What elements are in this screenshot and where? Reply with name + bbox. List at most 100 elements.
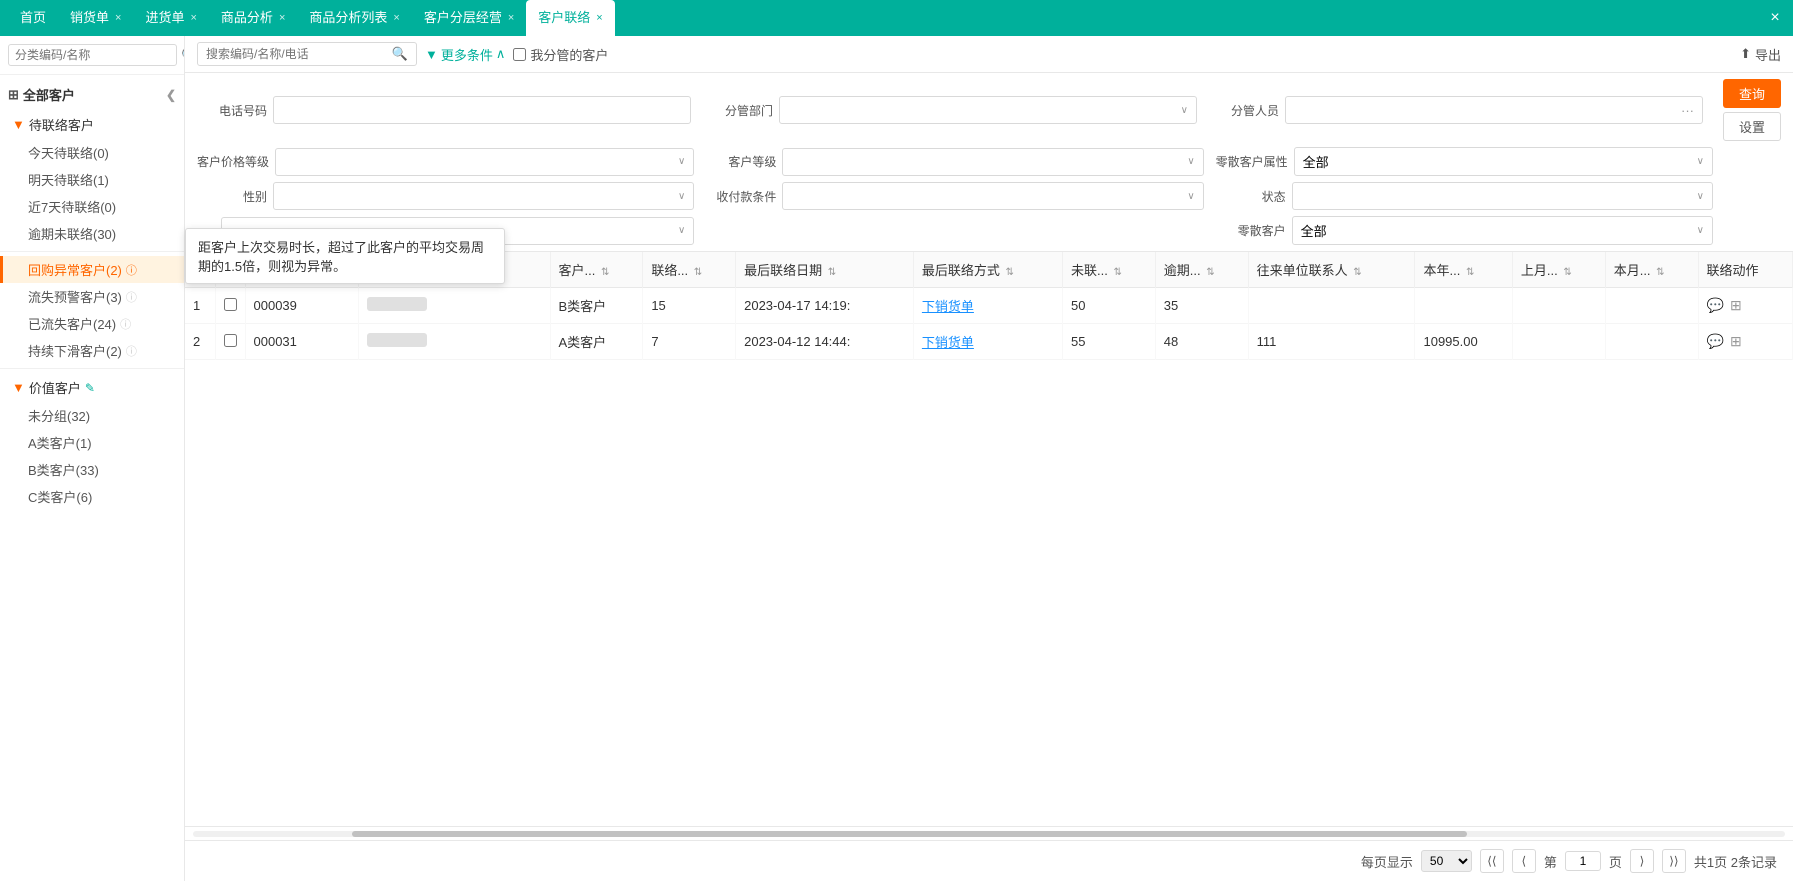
- sidebar-item-7days[interactable]: 近7天待联络(0): [0, 193, 184, 220]
- prev-page-btn[interactable]: ⟨: [1512, 849, 1536, 873]
- nav-sales[interactable]: 销货单 ×: [58, 0, 133, 36]
- last-page-btn[interactable]: ⟩⟩: [1662, 849, 1686, 873]
- export-label: 导出: [1755, 45, 1781, 64]
- filter-row-3: 性别 ∨ 收付款条件 ∨ 状态 ∨: [197, 182, 1781, 210]
- sort-last-date-icon[interactable]: ⇅: [828, 267, 836, 278]
- search-icon[interactable]: 🔍: [392, 46, 408, 62]
- first-page-btn[interactable]: ⟨⟨: [1480, 849, 1504, 873]
- sort-lmonth-icon[interactable]: ⇅: [1563, 267, 1571, 278]
- per-page-select[interactable]: 50 100 200: [1421, 850, 1472, 872]
- grid-action-icon-2[interactable]: ⊞: [1730, 333, 1742, 350]
- filter-actions: 查询 设置: [1723, 79, 1781, 141]
- row-1-checkbox[interactable]: [224, 298, 237, 311]
- sidebar-item-overdue[interactable]: 逾期未联络(30): [0, 220, 184, 247]
- sidebar-item-abnormal[interactable]: 回购异常客户(2) ⓘ: [0, 256, 184, 283]
- nav-sales-close[interactable]: ×: [115, 0, 121, 36]
- nav-product-list[interactable]: 商品分析列表 ×: [297, 0, 411, 36]
- search-input[interactable]: [206, 47, 392, 61]
- sidebar-item-b-class[interactable]: B类客户(33): [0, 456, 184, 483]
- nav-purchase[interactable]: 进货单 ×: [133, 0, 208, 36]
- divider-2: [0, 368, 184, 369]
- page-label-suffix: 页: [1609, 852, 1622, 871]
- sort-cp-icon[interactable]: ⇅: [1353, 267, 1361, 278]
- payment-arrow-icon: ∨: [1187, 191, 1194, 202]
- edit-icon-value[interactable]: ✎: [85, 381, 95, 395]
- th-current-year: 本年... ⇅: [1415, 252, 1512, 288]
- sidebar-group-value[interactable]: ▼ 价值客户 ✎: [0, 373, 184, 402]
- grid-action-icon-1[interactable]: ⊞: [1730, 297, 1742, 314]
- nav-product-analysis[interactable]: 商品分析 ×: [209, 0, 297, 36]
- sort-method-icon[interactable]: ⇅: [1006, 267, 1014, 278]
- sidebar-item-a-class[interactable]: A类客户(1): [0, 429, 184, 456]
- chevron-up-icon: ∧: [496, 46, 506, 62]
- chat-icon-2[interactable]: 💬: [1707, 333, 1724, 350]
- more-conditions-btn[interactable]: ▼ 更多条件 ∧: [425, 45, 505, 64]
- chat-icon-1[interactable]: 💬: [1707, 297, 1724, 314]
- my-customer-check[interactable]: 我分管的客户: [513, 45, 608, 64]
- retail-attr-value: 全部: [1303, 152, 1329, 171]
- filter-gender-input[interactable]: ∨: [273, 182, 694, 210]
- main-layout: 🔍 ⊞ 全部客户 ❮ ▼ 待联络客户 今天待联络(0) 明天待联络(1) 近7天…: [0, 36, 1793, 881]
- filter-phone: 电话号码: [197, 96, 691, 124]
- td-index-2: 2: [185, 324, 215, 360]
- sidebar-item-churned[interactable]: 已流失客户(24) ⓘ: [0, 310, 184, 337]
- window-close-button[interactable]: ×: [1765, 8, 1785, 28]
- sidebar-item-b-class-label: B类客户(33): [28, 460, 99, 479]
- settings-button[interactable]: 设置: [1723, 112, 1781, 141]
- filter-customer-level-input[interactable]: ∨: [782, 148, 1203, 176]
- sidebar-item-churned-label: 已流失客户(24): [28, 314, 116, 333]
- filter-payment-input[interactable]: ∨: [782, 182, 1203, 210]
- sort-cmonth-icon[interactable]: ⇅: [1656, 267, 1664, 278]
- my-customer-checkbox[interactable]: [513, 48, 526, 61]
- next-page-btn[interactable]: ⟩: [1630, 849, 1654, 873]
- th-action-label: 联络动作: [1707, 263, 1759, 278]
- nav-customer-contact[interactable]: 客户联络 ×: [526, 0, 614, 36]
- nav-product-list-close[interactable]: ×: [393, 0, 399, 36]
- query-button[interactable]: 查询: [1723, 79, 1781, 108]
- pagination-bar: 每页显示 50 100 200 ⟨⟨ ⟨ 第 页 ⟩ ⟩⟩ 共1页 2条记录: [185, 840, 1793, 881]
- nav-home[interactable]: 首页: [8, 0, 58, 36]
- scrollbar-thumb[interactable]: [352, 831, 1466, 837]
- filter-price-level-input[interactable]: ∨: [275, 148, 694, 176]
- sort-year-icon[interactable]: ⇅: [1466, 267, 1474, 278]
- row-2-checkbox[interactable]: [224, 334, 237, 347]
- filter-retail-customer-input[interactable]: 全部 ∨: [1292, 216, 1713, 245]
- nav-product-analysis-close[interactable]: ×: [279, 0, 285, 36]
- nav-customer-tier[interactable]: 客户分层经营 ×: [412, 0, 526, 36]
- sidebar-item-declining[interactable]: 持续下滑客户(2) ⓘ: [0, 337, 184, 364]
- total-records-label: 共1页 2条记录: [1694, 852, 1777, 871]
- horizontal-scrollbar[interactable]: [185, 826, 1793, 840]
- nav-customer-tier-close[interactable]: ×: [508, 0, 514, 36]
- sidebar-group-pending[interactable]: ▼ 待联络客户: [0, 110, 184, 139]
- filter-status-input[interactable]: ∨: [1292, 182, 1713, 210]
- sidebar-search-input[interactable]: [8, 44, 177, 66]
- sort-contact-icon[interactable]: ⇅: [694, 267, 702, 278]
- sidebar-item-7days-label: 近7天待联络(0): [28, 197, 116, 216]
- sort-ctype-icon[interactable]: ⇅: [601, 267, 609, 278]
- filter-department: 分管部门 ∨: [703, 96, 1197, 124]
- nav-customer-contact-close[interactable]: ×: [596, 0, 602, 36]
- th-lmonth-label: 上月...: [1521, 263, 1558, 278]
- filter-department-input[interactable]: ∨: [779, 96, 1197, 124]
- sidebar-item-c-class[interactable]: C类客户(6): [0, 483, 184, 510]
- last-method-link-1[interactable]: 下销货单: [922, 299, 974, 314]
- sidebar-item-today[interactable]: 今天待联络(0): [0, 139, 184, 166]
- sidebar-collapse-icon[interactable]: ❮: [166, 88, 176, 102]
- current-page-input[interactable]: [1565, 851, 1601, 871]
- sidebar-all-customers[interactable]: ⊞ 全部客户 ❮: [0, 79, 184, 110]
- filter-manager: 分管人员 ···: [1209, 96, 1703, 124]
- export-button[interactable]: ⬆ 导出: [1740, 45, 1781, 64]
- sidebar-item-churn-warn[interactable]: 流失预警客户(3) ⓘ: [0, 283, 184, 310]
- sort-unlinked-icon[interactable]: ⇅: [1113, 267, 1121, 278]
- sidebar-item-abnormal-label: 回购异常客户(2): [28, 260, 122, 279]
- filter-manager-input[interactable]: ···: [1285, 96, 1703, 124]
- sidebar-item-tomorrow[interactable]: 明天待联络(1): [0, 166, 184, 193]
- filter-retail-attr-input[interactable]: 全部 ∨: [1294, 147, 1713, 176]
- filter-phone-input[interactable]: [273, 96, 691, 124]
- nav-purchase-close[interactable]: ×: [190, 0, 196, 36]
- last-method-link-2[interactable]: 下销货单: [922, 335, 974, 350]
- sidebar-item-ungrouped[interactable]: 未分组(32): [0, 402, 184, 429]
- sidebar-search-area: 🔍: [0, 36, 184, 75]
- sort-overdue-icon[interactable]: ⇅: [1206, 267, 1214, 278]
- td-lmonth-1: [1512, 288, 1605, 324]
